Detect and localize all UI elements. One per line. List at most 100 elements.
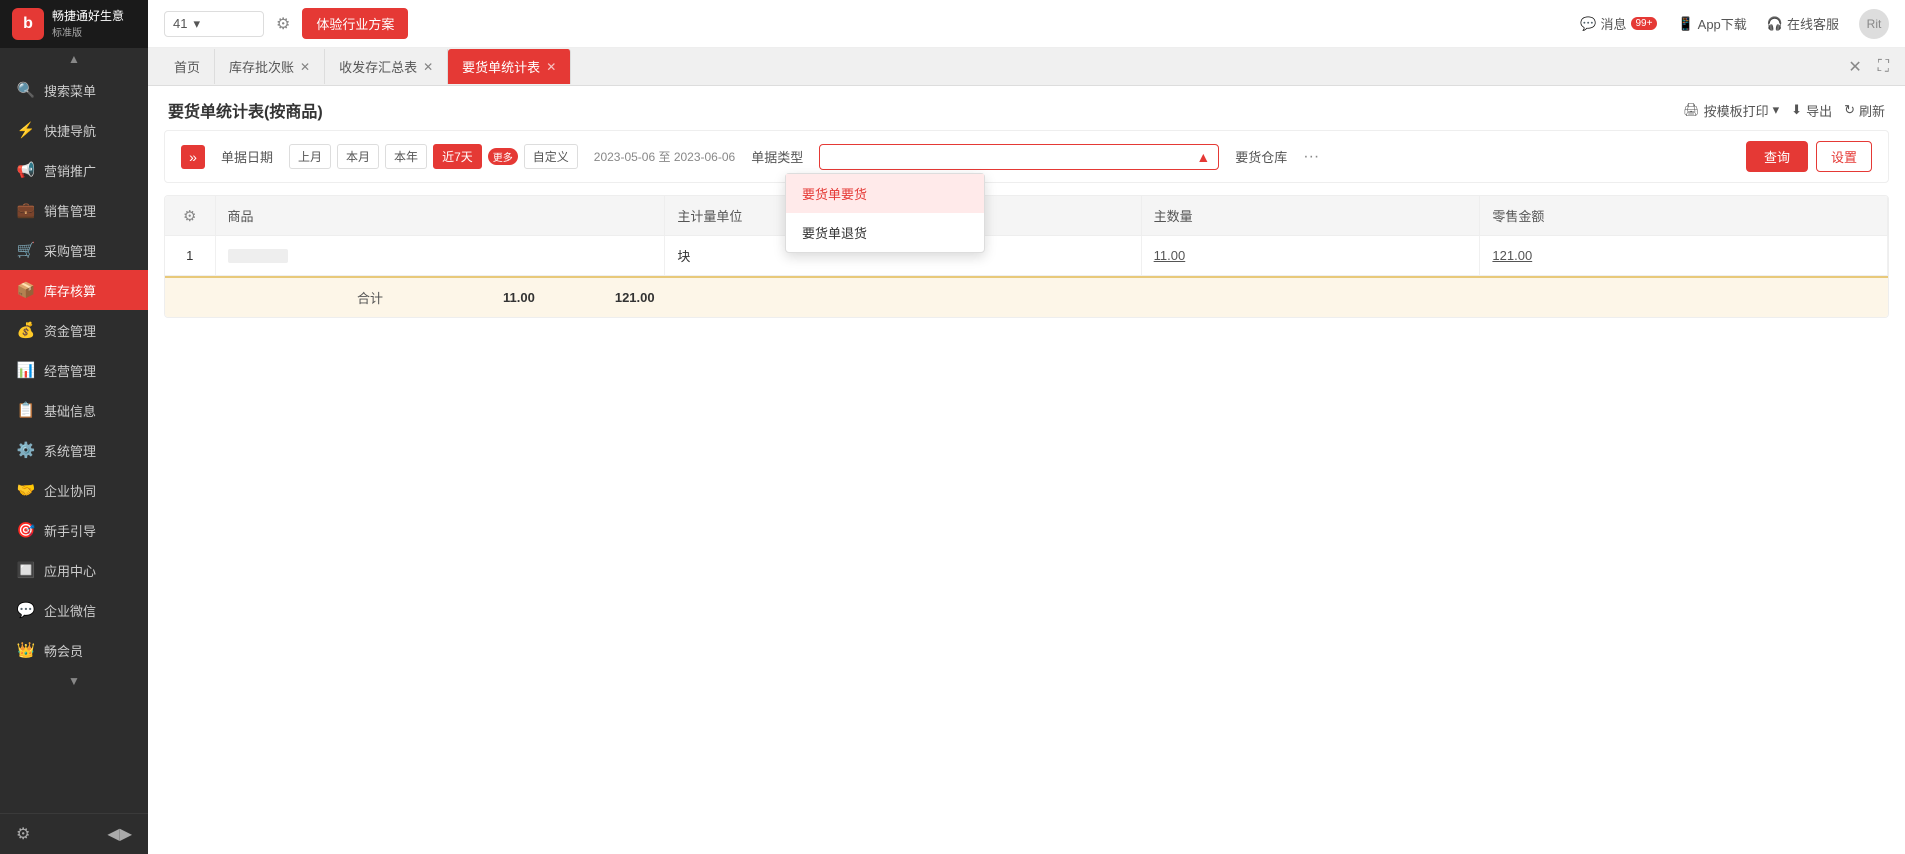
system-icon: ⚙️ (16, 440, 36, 460)
app-sub: 标准版 (52, 24, 124, 39)
custom-date-btn[interactable]: 自定义 (524, 144, 578, 169)
sidebar-item-purchase[interactable]: 🛒 采购管理 (0, 230, 148, 270)
date-btn-this-month[interactable]: 本月 (337, 144, 379, 169)
sidebar-item-basic[interactable]: 📋 基础信息 (0, 390, 148, 430)
query-btn[interactable]: 查询 (1746, 141, 1808, 172)
data-table: ⚙ 商品 主计量单位 主数量 零售金额 1 块 (165, 196, 1888, 276)
tab-home-label: 首页 (174, 57, 200, 76)
tab-order-summary[interactable]: 要货单统计表 ✕ (448, 49, 571, 84)
app-download-btn[interactable]: 📱 App下载 (1677, 14, 1746, 33)
page-header: 要货单统计表(按商品) 🖨 按模板打印 ▾ ⬇ 导出 ↻ 刷新 (148, 86, 1905, 130)
sidebar-item-member[interactable]: 👑 畅会员 (0, 630, 148, 670)
date-range-display: 2023-05-06 至 2023-06-06 (594, 148, 735, 165)
sidebar-item-label: 基础信息 (44, 401, 96, 420)
member-icon: 👑 (16, 640, 36, 660)
date-filter-label: 单据日期 (221, 147, 273, 166)
appcenter-icon: 🔲 (16, 560, 36, 580)
date-btn-7days[interactable]: 近7天 (433, 144, 482, 169)
dropdown-item-order-return[interactable]: 要货单退货 (786, 213, 984, 252)
sidebar-item-sales[interactable]: 💼 销售管理 (0, 190, 148, 230)
newbie-icon: 🎯 (16, 520, 36, 540)
sidebar-item-enterprise[interactable]: 🤝 企业协同 (0, 470, 148, 510)
sidebar-item-label: 系统管理 (44, 441, 96, 460)
print-btn[interactable]: 🖨 按模板打印 ▾ (1683, 101, 1779, 120)
collapse-icon[interactable]: ◀▶ (107, 824, 132, 844)
store-selector[interactable]: 41 ▾ (164, 11, 264, 37)
sidebar-item-marketing[interactable]: 📢 营销推广 (0, 150, 148, 190)
dropdown-item-order-goods[interactable]: 要货单要货 (786, 174, 984, 213)
sidebar-item-finance[interactable]: 💰 资金管理 (0, 310, 148, 350)
sidebar-item-operation[interactable]: 📊 经营管理 (0, 350, 148, 390)
close-icon[interactable]: ✕ (300, 60, 310, 74)
marketing-icon: 📢 (16, 160, 36, 180)
table-header-row: ⚙ 商品 主计量单位 主数量 零售金额 (165, 196, 1888, 236)
quantity-link[interactable]: 11.00 (1154, 248, 1186, 263)
col-product: 商品 (215, 196, 665, 236)
messages-label: 消息 (1600, 14, 1626, 33)
more-date-badge[interactable]: 更多 (488, 148, 518, 165)
close-all-icon[interactable]: ✕ (1844, 53, 1865, 81)
tab-receive-summary[interactable]: 收发存汇总表 ✕ (325, 49, 448, 84)
sidebar-item-label: 销售管理 (44, 201, 96, 220)
footer-quantity: 11.00 (503, 290, 535, 305)
print-icon: 🖨 (1683, 102, 1700, 118)
settings-icon[interactable]: ⚙ (16, 824, 30, 844)
sidebar-item-search[interactable]: 🔍 搜索菜单 (0, 70, 148, 110)
sidebar-item-enterprise-wechat[interactable]: 💬 企业微信 (0, 590, 148, 630)
sidebar-item-label: 采购管理 (44, 241, 96, 260)
warehouse-filter-label: 要货仓库 (1235, 147, 1287, 166)
date-btn-prev-month[interactable]: 上月 (289, 144, 331, 169)
topbar-gear-icon[interactable]: ⚙ (276, 14, 290, 34)
filter-expand-btn[interactable]: » (181, 145, 205, 169)
app-logo: b 畅捷通好生意 标准版 (0, 0, 148, 48)
footer-amount: 121.00 (615, 290, 655, 305)
sidebar-item-label: 企业协同 (44, 481, 96, 500)
sidebar-item-quick-nav[interactable]: ⚡ 快捷导航 (0, 110, 148, 150)
enterprise-icon: 🤝 (16, 480, 36, 500)
type-dropdown: 要货单要货 要货单退货 (785, 173, 985, 253)
sidebar-item-label: 库存核算 (44, 281, 96, 300)
sidebar-item-newbie[interactable]: 🎯 新手引导 (0, 510, 148, 550)
quicknav-icon: ⚡ (16, 120, 36, 140)
inventory-icon: 📦 (16, 280, 36, 300)
sidebar-item-app-center[interactable]: 🔲 应用中心 (0, 550, 148, 590)
page-title: 要货单统计表(按商品) (168, 98, 323, 122)
topbar-left: 41 ▾ ⚙ 体验行业方案 (164, 8, 408, 39)
row-quantity[interactable]: 11.00 (1141, 236, 1480, 276)
online-service-btn[interactable]: 🎧 在线客服 (1767, 14, 1839, 33)
export-icon: ⬇ (1791, 102, 1802, 118)
date-btn-this-year[interactable]: 本年 (385, 144, 427, 169)
wechat-icon: 💬 (16, 600, 36, 620)
search-icon: 🔍 (16, 80, 36, 100)
messages-btn[interactable]: 💬 消息 99+ (1580, 14, 1657, 33)
warehouse-more-btn[interactable]: ··· (1303, 148, 1319, 166)
service-icon: 🎧 (1767, 16, 1783, 32)
industry-btn[interactable]: 体验行业方案 (302, 8, 408, 39)
sidebar-scroll-up[interactable]: ▲ (0, 48, 148, 70)
sidebar-scroll-down[interactable]: ▼ (0, 670, 148, 692)
basic-icon: 📋 (16, 400, 36, 420)
date-options-group: 上月 本月 本年 近7天 更多 自定义 (289, 144, 578, 169)
table-footer: 合计 11.00 121.00 (165, 276, 1888, 317)
data-table-container: ⚙ 商品 主计量单位 主数量 零售金额 1 块 (164, 195, 1889, 318)
row-amount[interactable]: 121.00 (1480, 236, 1888, 276)
tab-inventory-batch[interactable]: 库存批次账 ✕ (215, 49, 325, 84)
export-btn[interactable]: ⬇ 导出 (1791, 101, 1832, 120)
column-settings-icon[interactable]: ⚙ (183, 208, 196, 225)
refresh-btn[interactable]: ↻ 刷新 (1844, 101, 1885, 120)
user-avatar[interactable]: Rit (1859, 9, 1889, 39)
close-icon[interactable]: ✕ (423, 60, 433, 74)
sidebar-item-inventory[interactable]: 📦 库存核算 (0, 270, 148, 310)
sidebar-item-system[interactable]: ⚙️ 系统管理 (0, 430, 148, 470)
app-name: 畅捷通好生意 (52, 9, 124, 25)
col-gear[interactable]: ⚙ (165, 196, 215, 236)
sidebar-item-label: 应用中心 (44, 561, 96, 580)
sidebar-item-label: 资金管理 (44, 321, 96, 340)
sales-icon: 💼 (16, 200, 36, 220)
type-dropdown-trigger[interactable]: ▲ (819, 144, 1219, 170)
amount-link[interactable]: 121.00 (1492, 248, 1532, 263)
expand-icon[interactable]: ⛶ (1874, 54, 1893, 80)
close-icon[interactable]: ✕ (546, 60, 556, 74)
settings-btn[interactable]: 设置 (1816, 141, 1872, 172)
tab-home[interactable]: 首页 (160, 49, 215, 84)
